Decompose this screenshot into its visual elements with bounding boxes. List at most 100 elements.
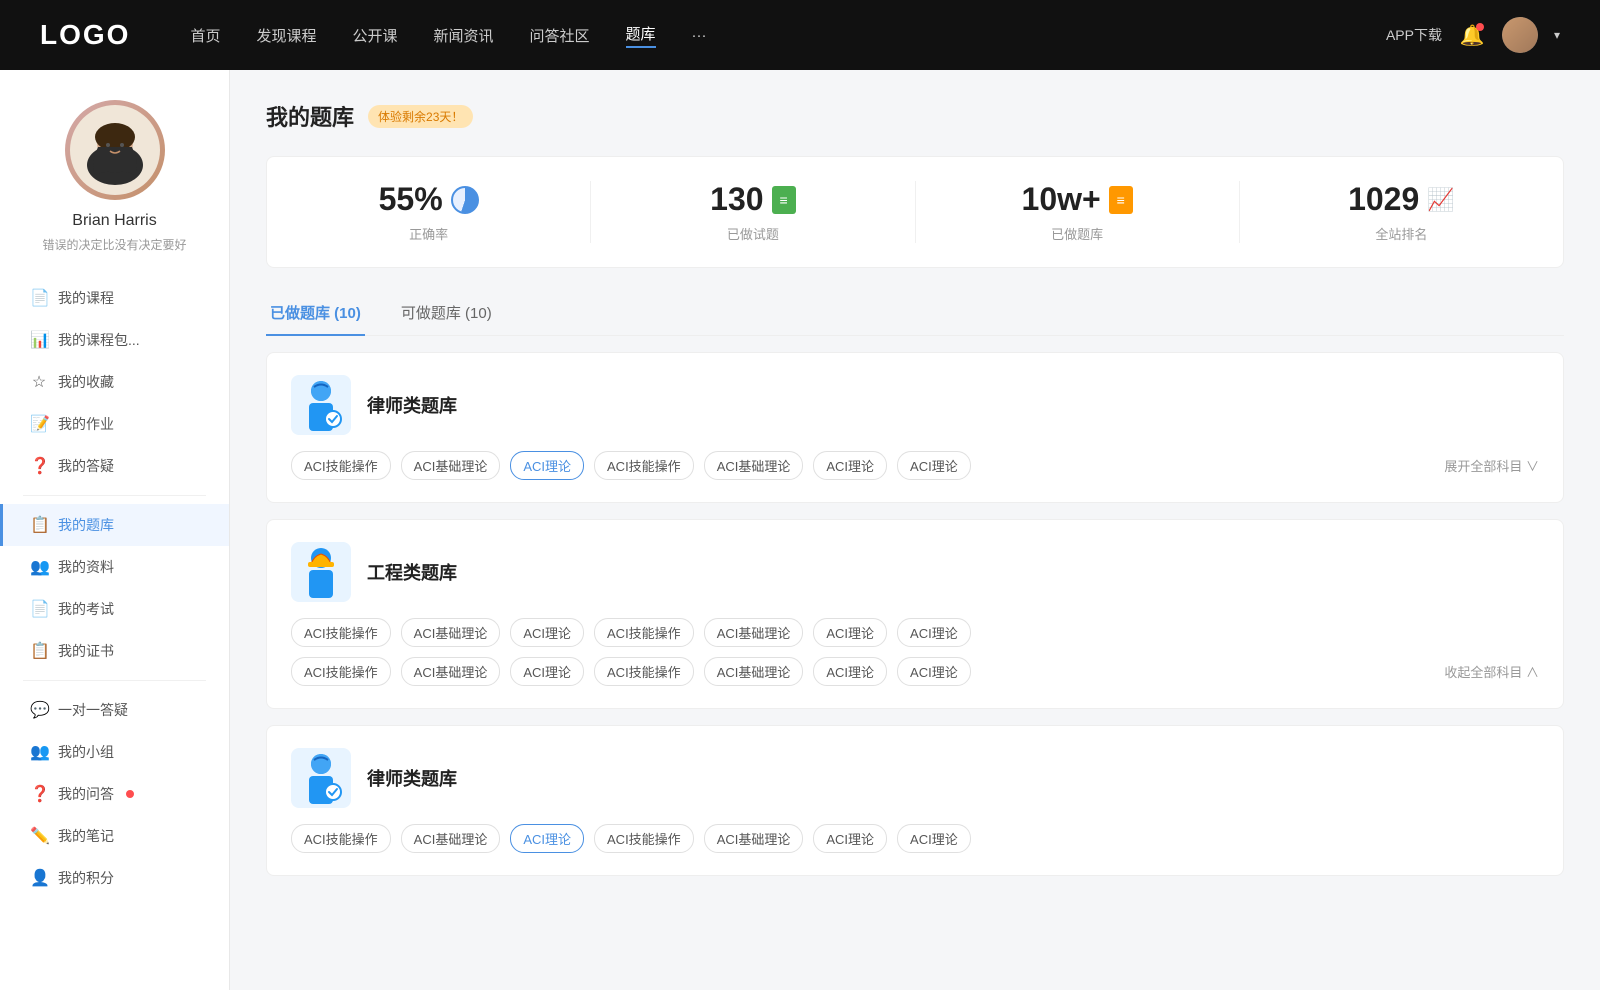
my-homework-icon: 📝 — [30, 414, 48, 434]
page-header: 我的题库 体验剩余23天！ — [266, 100, 1564, 132]
tag-2-3[interactable]: ACI理论 — [510, 618, 584, 647]
qbank-card-1-expand[interactable]: 展开全部科目 ∨ — [1444, 456, 1539, 475]
sidebar-item-my-notes[interactable]: ✏️ 我的笔记 — [0, 815, 229, 857]
app-download-link[interactable]: APP下载 — [1386, 25, 1442, 45]
qbank-card-2: 工程类题库 ACI技能操作 ACI基础理论 ACI理论 ACI技能操作 ACI基… — [266, 519, 1564, 709]
qbank-card-1-title: 律师类题库 — [367, 392, 457, 418]
tag-2-11[interactable]: ACI技能操作 — [594, 657, 694, 686]
qbank-card-1: 律师类题库 ACI技能操作 ACI基础理论 ACI理论 ACI技能操作 ACI基… — [266, 352, 1564, 503]
my-qa-icon: ❓ — [30, 456, 48, 476]
sidebar-item-my-course-pkg[interactable]: 📊 我的课程包... — [0, 319, 229, 361]
trial-badge: 体验剩余23天！ — [368, 105, 473, 128]
stat-site-rank-value: 1029 — [1348, 181, 1419, 218]
sidebar-item-my-course[interactable]: 📄 我的课程 — [0, 277, 229, 319]
sidebar-menu: 📄 我的课程 📊 我的课程包... ☆ 我的收藏 📝 我的作业 ❓ 我的答疑 � — [0, 277, 229, 899]
tag-2-13[interactable]: ACI理论 — [813, 657, 887, 686]
sidebar: Brian Harris 错误的决定比没有决定要好 📄 我的课程 📊 我的课程包… — [0, 70, 230, 990]
tag-2-8[interactable]: ACI技能操作 — [291, 657, 391, 686]
qbank-card-2-collapse[interactable]: 收起全部科目 ∧ — [1444, 662, 1539, 681]
nav-question-bank[interactable]: 题库 — [626, 23, 656, 48]
tag-1-2[interactable]: ACI基础理论 — [401, 451, 501, 480]
tag-2-4[interactable]: ACI技能操作 — [594, 618, 694, 647]
stat-done-banks: 10w+ ≡ 已做题库 — [916, 181, 1240, 243]
my-materials-icon: 👥 — [30, 557, 48, 577]
stat-accuracy-label: 正确率 — [409, 224, 448, 243]
my-cert-icon: 📋 — [30, 641, 48, 661]
logo[interactable]: LOGO — [40, 19, 130, 51]
sidebar-item-one-on-one[interactable]: 💬 一对一答疑 — [0, 689, 229, 731]
stat-site-rank-row: 1029 📈 — [1348, 181, 1455, 218]
tag-3-1[interactable]: ACI技能操作 — [291, 824, 391, 853]
stat-accuracy-value: 55% — [379, 181, 443, 218]
tag-2-7[interactable]: ACI理论 — [897, 618, 971, 647]
qbank-card-2-title: 工程类题库 — [367, 559, 457, 585]
tag-2-2[interactable]: ACI基础理论 — [401, 618, 501, 647]
sidebar-item-my-homework[interactable]: 📝 我的作业 — [0, 403, 229, 445]
qbank-card-3-header: 律师类题库 — [291, 748, 1539, 808]
nav-more[interactable]: ··· — [692, 27, 707, 44]
question-badge — [126, 790, 134, 798]
tabs-bar: 已做题库 (10) 可做题库 (10) — [266, 292, 1564, 336]
qbank-card-2-tags-row1: ACI技能操作 ACI基础理论 ACI理论 ACI技能操作 ACI基础理论 AC… — [291, 618, 1539, 647]
content-area: 我的题库 体验剩余23天！ 55% 正确率 130 ≡ 已做试题 — [230, 70, 1600, 990]
tag-3-4[interactable]: ACI技能操作 — [594, 824, 694, 853]
tag-1-1[interactable]: ACI技能操作 — [291, 451, 391, 480]
tag-2-5[interactable]: ACI基础理论 — [704, 618, 804, 647]
tag-2-1[interactable]: ACI技能操作 — [291, 618, 391, 647]
tag-1-6[interactable]: ACI理论 — [813, 451, 887, 480]
main-layout: Brian Harris 错误的决定比没有决定要好 📄 我的课程 📊 我的课程包… — [0, 70, 1600, 990]
tag-2-12[interactable]: ACI基础理论 — [704, 657, 804, 686]
sidebar-item-my-qbank[interactable]: 📋 我的题库 — [0, 504, 229, 546]
tag-2-9[interactable]: ACI基础理论 — [401, 657, 501, 686]
divider-2 — [23, 680, 206, 681]
tag-1-4[interactable]: ACI技能操作 — [594, 451, 694, 480]
sidebar-item-my-points[interactable]: 👤 我的积分 — [0, 857, 229, 899]
tag-2-6[interactable]: ACI理论 — [813, 618, 887, 647]
tag-2-10[interactable]: ACI理论 — [510, 657, 584, 686]
nav-qa[interactable]: 问答社区 — [530, 25, 590, 46]
sidebar-item-my-questions[interactable]: ❓ 我的问答 — [0, 773, 229, 815]
qbank-card-3-icon — [291, 748, 351, 808]
tab-done-banks[interactable]: 已做题库 (10) — [266, 292, 365, 335]
notification-bell[interactable]: 🔔 — [1458, 21, 1486, 49]
lawyer-icon — [296, 377, 346, 433]
my-points-icon: 👤 — [30, 868, 48, 888]
sidebar-item-my-favorites[interactable]: ☆ 我的收藏 — [0, 361, 229, 403]
nav-discover[interactable]: 发现课程 — [256, 25, 316, 46]
tag-3-2[interactable]: ACI基础理论 — [401, 824, 501, 853]
page-title: 我的题库 — [266, 100, 354, 132]
tag-3-7[interactable]: ACI理论 — [897, 824, 971, 853]
sidebar-item-my-exam[interactable]: 📄 我的考试 — [0, 588, 229, 630]
user-dropdown-arrow[interactable]: ▾ — [1554, 28, 1560, 42]
sidebar-item-my-materials[interactable]: 👥 我的资料 — [0, 546, 229, 588]
sidebar-username: Brian Harris — [72, 212, 156, 230]
sidebar-item-my-cert[interactable]: 📋 我的证书 — [0, 630, 229, 672]
tag-3-6[interactable]: ACI理论 — [813, 824, 887, 853]
qbank-card-2-tags-container: ACI技能操作 ACI基础理论 ACI理论 ACI技能操作 ACI基础理论 AC… — [291, 618, 1539, 686]
site-rank-chart-icon: 📈 — [1427, 187, 1454, 213]
qbank-card-1-icon — [291, 375, 351, 435]
stat-done-questions-label: 已做试题 — [727, 224, 779, 243]
navbar-right: APP下载 🔔 ▾ — [1386, 17, 1560, 53]
my-exam-icon: 📄 — [30, 599, 48, 619]
qbank-card-1-tags: ACI技能操作 ACI基础理论 ACI理论 ACI技能操作 ACI基础理论 AC… — [291, 451, 1539, 480]
qbank-card-3: 律师类题库 ACI技能操作 ACI基础理论 ACI理论 ACI技能操作 ACI基… — [266, 725, 1564, 876]
tag-3-5[interactable]: ACI基础理论 — [704, 824, 804, 853]
tag-1-5[interactable]: ACI基础理论 — [704, 451, 804, 480]
qbank-card-3-tags: ACI技能操作 ACI基础理论 ACI理论 ACI技能操作 ACI基础理论 AC… — [291, 824, 1539, 853]
nav-news[interactable]: 新闻资讯 — [434, 25, 494, 46]
tag-2-14[interactable]: ACI理论 — [897, 657, 971, 686]
done-questions-doc-icon: ≡ — [772, 186, 796, 214]
tag-1-7[interactable]: ACI理论 — [897, 451, 971, 480]
navbar: LOGO 首页 发现课程 公开课 新闻资讯 问答社区 题库 ··· APP下载 … — [0, 0, 1600, 70]
qbank-card-2-tags-row2: ACI技能操作 ACI基础理论 ACI理论 ACI技能操作 ACI基础理论 AC… — [291, 657, 1539, 686]
tag-3-3[interactable]: ACI理论 — [510, 824, 584, 853]
nav-open-course[interactable]: 公开课 — [352, 25, 397, 46]
nav-home[interactable]: 首页 — [190, 25, 220, 46]
sidebar-item-my-group[interactable]: 👥 我的小组 — [0, 731, 229, 773]
tag-1-3[interactable]: ACI理论 — [510, 451, 584, 480]
user-avatar[interactable] — [1502, 17, 1538, 53]
tab-available-banks[interactable]: 可做题库 (10) — [397, 292, 496, 335]
done-banks-doc-icon: ≡ — [1109, 186, 1133, 214]
sidebar-item-my-qa[interactable]: ❓ 我的答疑 — [0, 445, 229, 487]
